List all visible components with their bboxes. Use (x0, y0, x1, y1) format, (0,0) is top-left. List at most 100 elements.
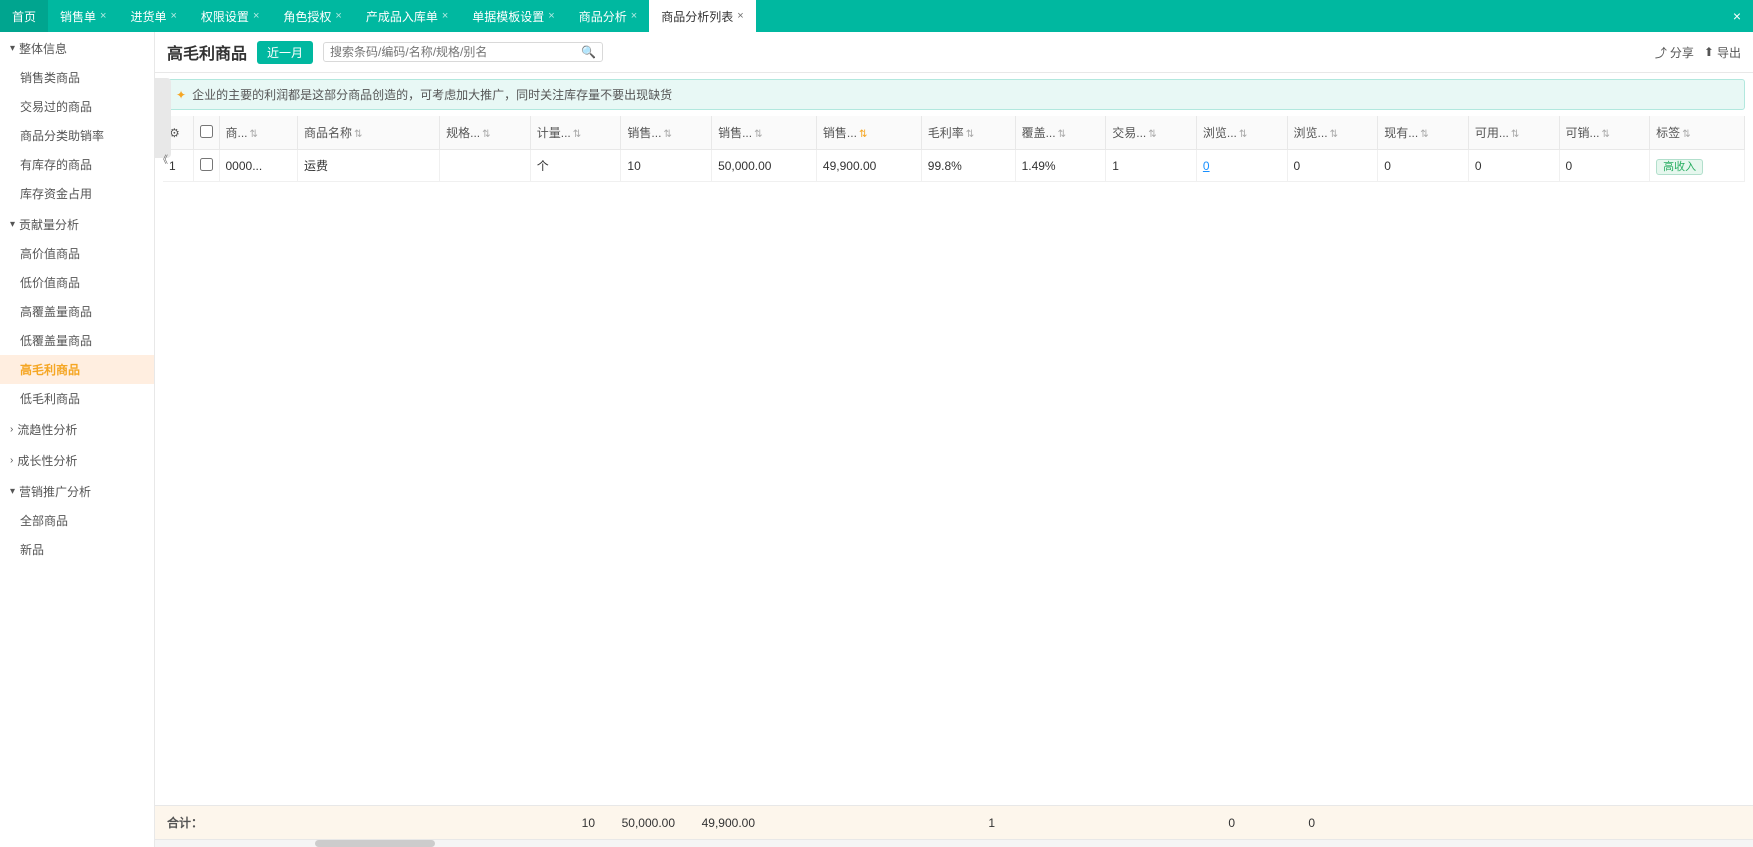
cell-current-stock: 0 (1378, 150, 1469, 182)
sidebar-item-traded-goods[interactable]: 交易过的商品 (0, 92, 154, 121)
header-actions: ⤴ 分享 ⬆ 导出 (1655, 44, 1741, 61)
sidebar-item-sale-goods[interactable]: 销售类商品 (0, 63, 154, 92)
cell-available: 0 (1468, 150, 1559, 182)
nav-close-permissions[interactable]: × (253, 10, 259, 22)
cell-code: 0000... (219, 150, 297, 182)
sidebar-section-marketing[interactable]: ▾ 营销推广分析 (0, 475, 154, 506)
cell-unit: 个 (530, 150, 621, 182)
nav-close-purchase[interactable]: × (170, 10, 176, 22)
col-sale-qty[interactable]: 销售...⇅ (621, 116, 712, 150)
cell-view1[interactable]: 0 (1196, 150, 1287, 182)
search-input[interactable] (330, 45, 577, 59)
sidebar-item-low-coverage[interactable]: 低覆盖量商品 (0, 326, 154, 355)
sidebar-item-stock-capital[interactable]: 库存资金占用 (0, 179, 154, 208)
data-table: ⚙ 商...⇅ 商品名称⇅ 规格...⇅ 计量...⇅ 销售...⇅ 销售...… (163, 116, 1745, 182)
footer-sale-qty: 10 (523, 816, 603, 830)
export-button[interactable]: ⬆ 导出 (1704, 44, 1741, 61)
footer-sale-profit: 49,900.00 (683, 816, 763, 830)
sidebar-item-new-goods[interactable]: 新品 (0, 535, 154, 564)
nav-item-home[interactable]: 首页 (0, 0, 48, 32)
footer-label: 合计： (167, 814, 203, 831)
sidebar-item-high-coverage[interactable]: 高覆盖量商品 (0, 297, 154, 326)
sidebar-item-low-value[interactable]: 低价值商品 (0, 268, 154, 297)
row-checkbox[interactable] (200, 158, 213, 171)
col-saleable[interactable]: 可销...⇅ (1559, 116, 1650, 150)
content-area: 高毛利商品 近一月 🔍 ⤴ 分享 ⬆ 导出 ✦ 企业的主要的利润都是这部分商品创… (155, 32, 1753, 847)
horizontal-scrollbar[interactable] (155, 839, 1753, 847)
nav-close-warehouse[interactable]: × (442, 10, 448, 22)
nav-item-template[interactable]: 单据模板设置 × (460, 0, 566, 32)
table-footer: 合计： 10 50,000.00 49,900.00 1 0 0 (155, 805, 1753, 839)
nav-item-permissions[interactable]: 权限设置 × (189, 0, 271, 32)
filter-recent-month-button[interactable]: 近一月 (257, 41, 313, 64)
sidebar-section-overall[interactable]: ▾ 整体信息 (0, 32, 154, 63)
footer-view2 (1083, 816, 1163, 830)
select-all-checkbox[interactable] (200, 125, 213, 138)
nav-close-sales[interactable]: × (100, 10, 106, 22)
sidebar-section-growth[interactable]: › 成长性分析 (0, 444, 154, 475)
table-wrapper[interactable]: ⚙ 商...⇅ 商品名称⇅ 规格...⇅ 计量...⇅ 销售...⇅ 销售...… (155, 116, 1753, 805)
nav-item-purchase[interactable]: 进货单 × (118, 0, 188, 32)
tip-icon: ✦ (176, 88, 186, 102)
nav-close-analysis-list[interactable]: × (737, 10, 743, 22)
col-available[interactable]: 可用...⇅ (1468, 116, 1559, 150)
sidebar-item-high-value[interactable]: 高价值商品 (0, 239, 154, 268)
nav-item-analysis[interactable]: 商品分析 × (567, 0, 649, 32)
arrow-icon-growth: › (10, 455, 13, 466)
export-icon: ⬆ (1704, 45, 1714, 59)
col-view1[interactable]: 浏览...⇅ (1196, 116, 1287, 150)
col-tag[interactable]: 标签⇅ (1650, 116, 1745, 150)
sidebar-collapse-button[interactable]: 《 (155, 78, 171, 158)
nav-item-warehouse[interactable]: 产成品入库单 × (354, 0, 460, 32)
cell-coverage: 1.49% (1015, 150, 1106, 182)
cell-tag: 高收入 (1650, 150, 1745, 182)
arrow-icon: ▾ (10, 43, 15, 54)
col-sale-amount[interactable]: 销售...⇅ (712, 116, 817, 150)
nav-item-analysis-list[interactable]: 商品分析列表 × (649, 0, 755, 32)
sidebar-item-high-margin[interactable]: 高毛利商品 (0, 355, 154, 384)
sidebar-item-category-rate[interactable]: 商品分类助销率 (0, 121, 154, 150)
tip-text: 企业的主要的利润都是这部分商品创造的，可考虑加大推广，同时关注库存量不要出现缺货 (192, 86, 672, 103)
share-button[interactable]: ⤴ 分享 (1655, 44, 1694, 61)
nav-close-roles[interactable]: × (335, 10, 341, 22)
share-icon: ⤴ (1655, 44, 1667, 61)
nav-item-sales[interactable]: 销售单 × (48, 0, 118, 32)
cell-sale-qty: 10 (621, 150, 712, 182)
cell-name: 运费 (297, 150, 439, 182)
col-name[interactable]: 商品名称⇅ (297, 116, 439, 150)
sidebar-item-all-goods[interactable]: 全部商品 (0, 506, 154, 535)
col-transaction[interactable]: 交易...⇅ (1106, 116, 1197, 150)
nav-item-roles[interactable]: 角色授权 × (271, 0, 353, 32)
sidebar-section-trend[interactable]: › 流趋性分析 (0, 413, 154, 444)
footer-view1 (1003, 816, 1083, 830)
col-code[interactable]: 商...⇅ (219, 116, 297, 150)
search-box: 🔍 (323, 42, 603, 62)
page-title: 高毛利商品 (167, 40, 247, 64)
arrow-icon-contribution: ▾ (10, 219, 15, 230)
col-gross-margin[interactable]: 毛利率⇅ (921, 116, 1015, 150)
scrollbar-thumb[interactable] (315, 840, 435, 847)
cell-transaction: 1 (1106, 150, 1197, 182)
footer-transaction: 1 (923, 816, 1003, 830)
cell-saleable: 0 (1559, 150, 1650, 182)
content-header: 高毛利商品 近一月 🔍 ⤴ 分享 ⬆ 导出 (155, 32, 1753, 73)
col-spec[interactable]: 规格...⇅ (440, 116, 531, 150)
footer-saleable (1323, 816, 1403, 830)
col-current-stock[interactable]: 现有...⇅ (1378, 116, 1469, 150)
nav-close-analysis[interactable]: × (631, 10, 637, 22)
sidebar-section-contribution[interactable]: ▾ 贡献量分析 (0, 208, 154, 239)
col-unit[interactable]: 计量...⇅ (530, 116, 621, 150)
top-navigation: 首页 销售单 × 进货单 × 权限设置 × 角色授权 × 产成品入库单 × 单据… (0, 0, 1753, 32)
tag-badge: 高收入 (1656, 159, 1703, 175)
sidebar-item-in-stock[interactable]: 有库存的商品 (0, 150, 154, 179)
sidebar-item-low-margin[interactable]: 低毛利商品 (0, 384, 154, 413)
col-sale-profit[interactable]: 销售...⇅ (816, 116, 921, 150)
search-icon[interactable]: 🔍 (581, 45, 596, 59)
nav-close-template[interactable]: × (548, 10, 554, 22)
footer-coverage (843, 816, 923, 830)
col-coverage[interactable]: 覆盖...⇅ (1015, 116, 1106, 150)
col-view2[interactable]: 浏览...⇅ (1287, 116, 1378, 150)
window-close-button[interactable]: × (1733, 8, 1741, 24)
cell-sale-amount: 50,000.00 (712, 150, 817, 182)
cell-gross-margin: 99.8% (921, 150, 1015, 182)
